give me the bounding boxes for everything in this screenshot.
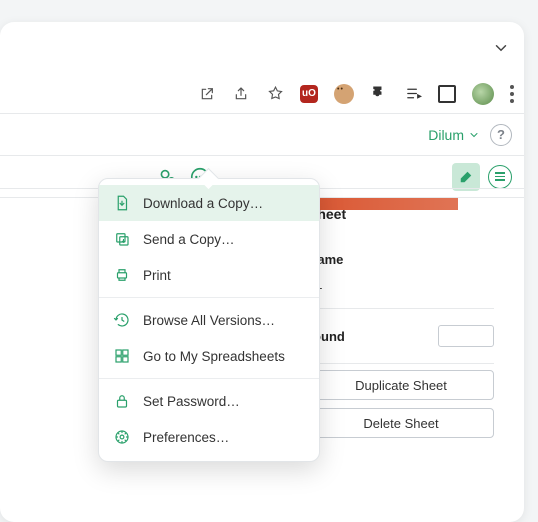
divider (308, 363, 494, 364)
name-row: Name (308, 242, 494, 277)
preferences-icon (113, 428, 131, 446)
divider (308, 308, 494, 309)
menu-item-print[interactable]: Print (99, 257, 319, 293)
menu-item-label: Go to My Spreadsheets (143, 349, 285, 364)
share-icon[interactable] (232, 85, 250, 103)
puzzle-ext-icon[interactable] (370, 85, 388, 103)
playlist-ext-icon[interactable] (404, 85, 422, 103)
duplicate-sheet-button[interactable]: Duplicate Sheet (308, 370, 494, 400)
menu-item-browse-versions[interactable]: Browse All Versions… (99, 302, 319, 338)
menu-item-preferences[interactable]: Preferences… (99, 419, 319, 455)
help-button[interactable]: ? (490, 124, 512, 146)
menu-item-label: Send a Copy… (143, 232, 235, 247)
bookmark-star-icon[interactable] (266, 85, 284, 103)
menu-item-set-password[interactable]: Set Password… (99, 383, 319, 419)
browser-toolbar: uO (0, 74, 524, 114)
more-actions-menu: Download a Copy… Send a Copy… Print Brow… (98, 178, 320, 462)
chevron-down-icon[interactable] (492, 39, 510, 57)
browser-menu-icon[interactable] (510, 85, 514, 103)
panel-toggle-button[interactable] (488, 165, 512, 189)
download-icon (113, 194, 131, 212)
menu-separator (99, 297, 319, 298)
background-row: round (308, 315, 494, 357)
print-icon (113, 266, 131, 284)
menu-item-label: Set Password… (143, 394, 240, 409)
profile-avatar-icon[interactable] (472, 83, 494, 105)
menu-item-label: Preferences… (143, 430, 229, 445)
open-external-icon[interactable] (198, 85, 216, 103)
ublock-ext-icon[interactable]: uO (300, 85, 318, 103)
menu-separator (99, 378, 319, 379)
user-name-label: Dilum (428, 127, 464, 143)
grid-icon (113, 347, 131, 365)
sidepanel-ext-icon[interactable] (438, 85, 456, 103)
face-ext-icon[interactable] (334, 84, 354, 104)
history-icon (113, 311, 131, 329)
menu-item-label: Download a Copy… (143, 196, 263, 211)
background-color-swatch[interactable] (438, 325, 494, 347)
send-copy-icon (113, 230, 131, 248)
menu-item-label: Browse All Versions… (143, 313, 275, 328)
menu-item-label: Print (143, 268, 171, 283)
lock-icon (113, 392, 131, 410)
delete-sheet-button[interactable]: Delete Sheet (308, 408, 494, 438)
app-header: Dilum ? (0, 114, 524, 156)
format-paint-button[interactable] (452, 163, 480, 191)
menu-item-download-copy[interactable]: Download a Copy… (99, 185, 319, 221)
browser-tabstrip (0, 22, 524, 74)
menu-item-send-copy[interactable]: Send a Copy… (99, 221, 319, 257)
menu-item-my-spreadsheets[interactable]: Go to My Spreadsheets (99, 338, 319, 374)
user-menu[interactable]: Dilum (428, 127, 480, 143)
name-value-row: t 1 (308, 277, 494, 302)
